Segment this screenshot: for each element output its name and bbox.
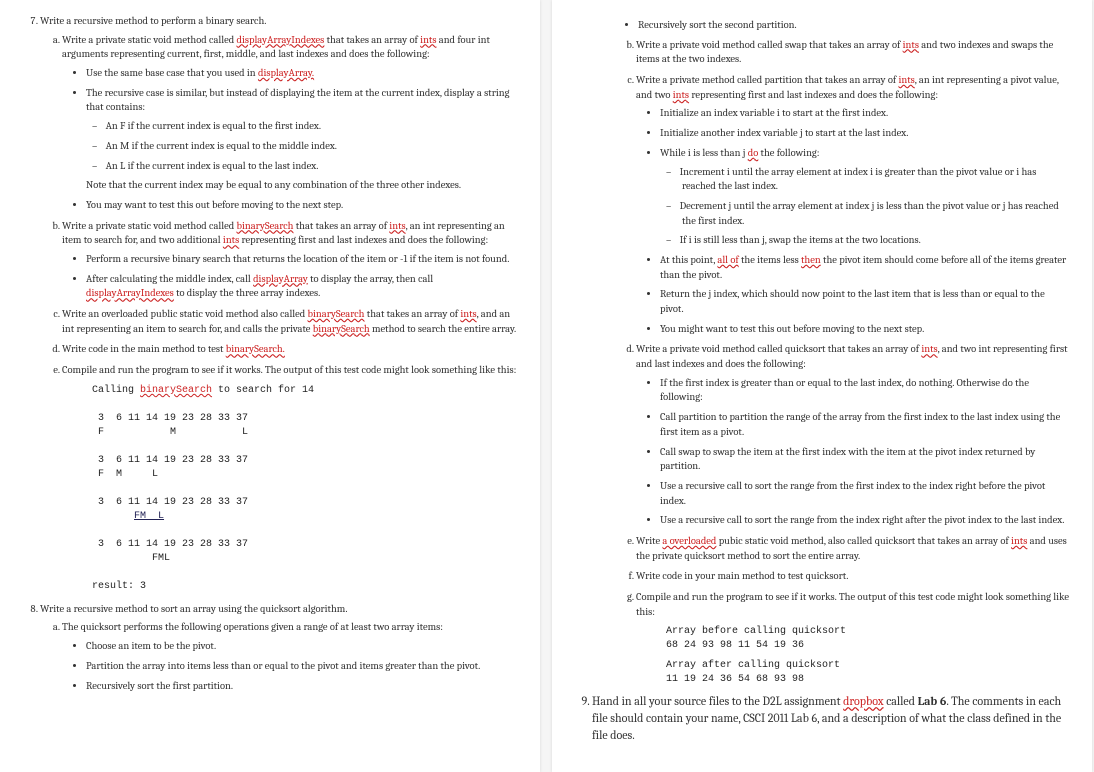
q8a: The quicksort performs the following ope… (62, 620, 518, 693)
q8g: Compile and run the program to see if it… (636, 590, 1070, 687)
q8c-b1: Initialize an index variable i to start … (660, 106, 1070, 121)
q7e: Compile and run the program to see if it… (62, 363, 518, 594)
p2-b0: Recursively sort the second partition. (638, 18, 1070, 33)
q7a-dash1: An F if the current index is equal to th… (108, 119, 518, 134)
q7a-dash2: An M if the current index is equal to th… (108, 139, 518, 154)
q7a-bullet2: The recursive case is similar, but inste… (86, 86, 518, 193)
q7d: Write code in the main method to test bi… (62, 342, 518, 357)
q8d-b2: Call partition to partition the range of… (660, 410, 1070, 439)
code-output-1: Calling binarySearch to search for 14 3 … (92, 384, 518, 594)
q8f: Write code in your main method to test q… (636, 569, 1070, 584)
q7b-bullet2: After calculating the middle index, call… (86, 272, 518, 301)
q7b: Write a private static void method calle… (62, 219, 518, 301)
question-8: Write a recursive method to sort an arra… (40, 602, 518, 693)
code-output-3: Array after calling quicksort 11 19 24 3… (666, 659, 1070, 687)
q8c-b5: Return the j index, which should now poi… (660, 287, 1070, 316)
q7a-bullet1: Use the same base case that you used in … (86, 66, 518, 81)
q8c-b6: You might want to test this out before m… (660, 322, 1070, 337)
q7a-note: Note that the current index may be equal… (86, 178, 518, 193)
q8a-b1: Choose an item to be the pivot. (86, 639, 518, 654)
q8c-b2: Initialize another index variable j to s… (660, 126, 1070, 141)
q8a-b2: Partition the array into items less than… (86, 659, 518, 674)
q8c: Write a private method called partition … (636, 73, 1070, 336)
q7c: Write an overloaded public static void m… (62, 307, 518, 336)
q8c-d1: Increment i until the array element at i… (682, 165, 1070, 194)
page-right: Recursively sort the second partition. W… (552, 0, 1092, 772)
question-7: Write a recursive method to perform a bi… (40, 14, 518, 594)
q8a-b3: Recursively sort the first partition. (86, 679, 518, 694)
q8c-b3: While i is less than j do the following:… (660, 146, 1070, 248)
q8d: Write a private void method called quick… (636, 342, 1070, 528)
q7-text: Write a recursive method to perform a bi… (40, 15, 266, 27)
q8c-d3: If i is still less than j, swap the item… (682, 233, 1070, 248)
code-output-2: Array before calling quicksort 68 24 93 … (666, 625, 1070, 653)
q8d-b3: Call swap to swap the item at the first … (660, 445, 1070, 474)
q7a-dash3: An L if the current index is equal to th… (108, 159, 518, 174)
q8b: Write a private void method called swap … (636, 38, 1070, 67)
q8c-b4: At this point, all of the items less the… (660, 253, 1070, 282)
page-left: Write a recursive method to perform a bi… (0, 0, 540, 772)
q8-text: Write a recursive method to sort an arra… (40, 603, 348, 615)
q7a: Write a private static void method calle… (62, 33, 518, 213)
q8d-b1: If the first index is greater than or eq… (660, 376, 1070, 405)
q7a-bullet3: You may want to test this out before mov… (86, 198, 518, 213)
q8e: Write a overloaded pubic static void met… (636, 534, 1070, 563)
q7b-bullet1: Perform a recursive binary search that r… (86, 252, 518, 267)
q8c-d2: Decrement j until the array element at i… (682, 199, 1070, 228)
q8d-b5: Use a recursive call to sort the range f… (660, 513, 1070, 528)
question-9: Hand in all your source files to the D2L… (592, 693, 1070, 743)
q8d-b4: Use a recursive call to sort the range f… (660, 479, 1070, 508)
